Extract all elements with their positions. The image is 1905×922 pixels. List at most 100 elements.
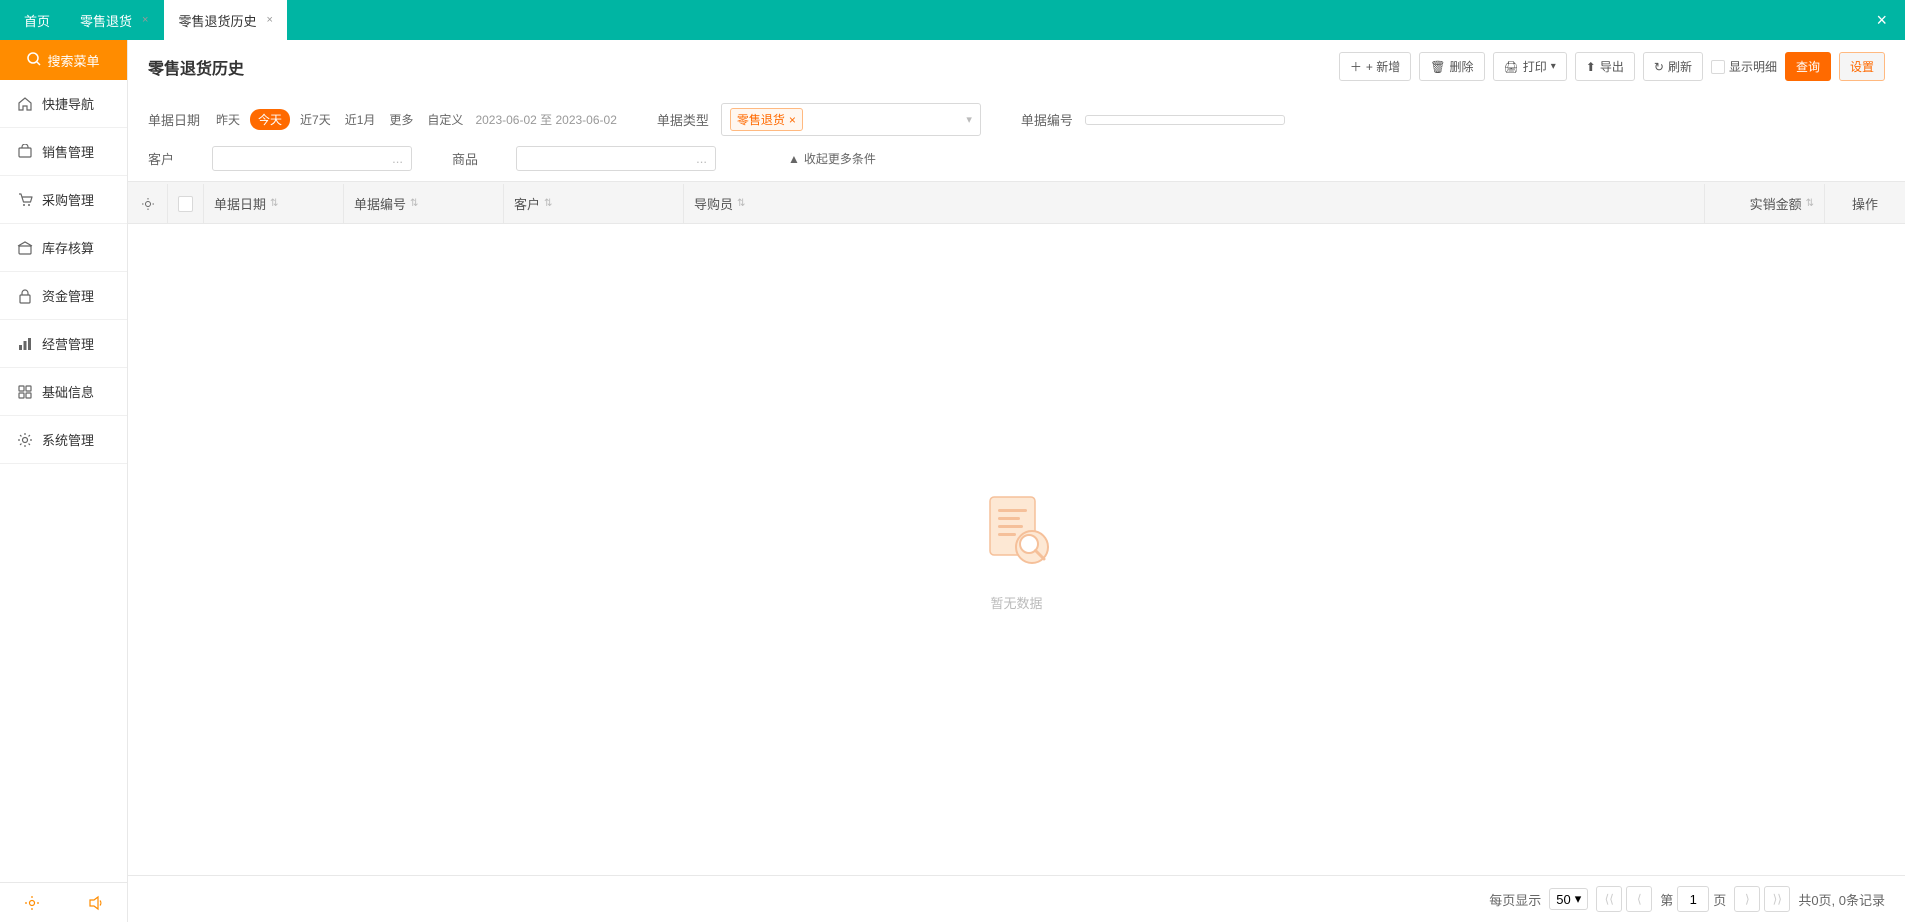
customer-filter-label: 客户 bbox=[148, 149, 204, 168]
sidebar-item-finance[interactable]: 资金管理 bbox=[0, 272, 127, 320]
th-no-sort-icon: ⇅ bbox=[410, 198, 418, 209]
customer-input[interactable]: ... bbox=[212, 146, 412, 171]
sidebar: 搜索菜单 快捷导航 销售管理 采购管理 bbox=[0, 40, 128, 922]
new-icon: ＋ bbox=[1350, 58, 1362, 75]
prev-page-btn[interactable]: ⟨ bbox=[1626, 886, 1652, 912]
tab-retail-return-history-close[interactable]: × bbox=[266, 14, 272, 26]
tab-retail-return-history[interactable]: 零售退货历史 × bbox=[164, 0, 286, 40]
type-select[interactable]: 零售退货 × ▾ bbox=[721, 103, 981, 136]
grid-icon bbox=[16, 383, 34, 401]
sidebar-item-system[interactable]: 系统管理 bbox=[0, 416, 127, 464]
first-page-btn[interactable]: ⟨⟨ bbox=[1596, 886, 1622, 912]
new-label: + 新增 bbox=[1366, 58, 1400, 75]
th-customer[interactable]: 客户 ⇅ bbox=[504, 184, 684, 223]
sidebar-item-system-label: 系统管理 bbox=[42, 430, 94, 449]
new-btn[interactable]: ＋ + 新增 bbox=[1339, 52, 1411, 81]
sidebar-item-base-info[interactable]: 基础信息 bbox=[0, 368, 127, 416]
th-date[interactable]: 单据日期 ⇅ bbox=[204, 184, 344, 223]
th-no[interactable]: 单据编号 ⇅ bbox=[344, 184, 504, 223]
th-settings[interactable] bbox=[128, 184, 168, 223]
refresh-btn[interactable]: ↻ 刷新 bbox=[1643, 52, 1703, 81]
sidebar-audio-btn[interactable] bbox=[64, 883, 128, 922]
number-input[interactable] bbox=[1085, 115, 1285, 125]
th-amount[interactable]: 实销金额 ⇅ bbox=[1705, 184, 1825, 223]
tab-retail-return-history-label: 零售退货历史 bbox=[178, 11, 256, 30]
header-checkbox[interactable] bbox=[178, 196, 193, 212]
th-amount-label: 实销金额 bbox=[1750, 194, 1802, 213]
sidebar-item-purchase-mgmt[interactable]: 采购管理 bbox=[0, 176, 127, 224]
sidebar-bottom bbox=[0, 882, 127, 922]
th-check[interactable] bbox=[168, 184, 204, 223]
date-custom[interactable]: 自定义 bbox=[423, 109, 467, 130]
collapse-btn[interactable]: ▲ 收起更多条件 bbox=[776, 146, 888, 171]
sidebar-item-base-info-label: 基础信息 bbox=[42, 382, 94, 401]
delete-icon: 🗑 bbox=[1430, 60, 1445, 74]
close-window-btn[interactable]: × bbox=[1868, 10, 1895, 31]
th-no-label: 单据编号 bbox=[354, 194, 406, 213]
export-icon: ⬆ bbox=[1586, 60, 1596, 74]
empty-text: 暂无数据 bbox=[990, 593, 1042, 612]
settings-btn[interactable]: 设置 bbox=[1839, 52, 1885, 81]
per-page-select[interactable]: 50 ▾ bbox=[1549, 888, 1588, 910]
type-filter-label: 单据类型 bbox=[657, 110, 713, 129]
print-chevron-icon: ▾ bbox=[1551, 61, 1556, 72]
th-guide-sort-icon: ⇅ bbox=[737, 198, 745, 209]
per-page-chevron-icon: ▾ bbox=[1575, 891, 1582, 907]
date-1month[interactable]: 近1月 bbox=[341, 109, 380, 130]
export-btn[interactable]: ⬆ 导出 bbox=[1575, 52, 1635, 81]
th-action: 操作 bbox=[1825, 184, 1905, 223]
query-btn[interactable]: 查询 bbox=[1785, 52, 1831, 81]
settings-label: 设置 bbox=[1850, 58, 1874, 75]
content-area: 零售退货历史 ＋ + 新增 🗑 删除 🖨 打印 ▾ bbox=[128, 40, 1905, 922]
export-label: 导出 bbox=[1600, 58, 1624, 75]
sidebar-item-purchase-mgmt-label: 采购管理 bbox=[42, 190, 94, 209]
sidebar-search-label: 搜索菜单 bbox=[47, 51, 99, 70]
date-yesterday[interactable]: 昨天 bbox=[212, 109, 244, 130]
sidebar-item-sales-mgmt-label: 销售管理 bbox=[42, 142, 94, 161]
sidebar-item-inventory[interactable]: 库存核算 bbox=[0, 224, 127, 272]
tab-bar: 首页 零售退货 × 零售退货历史 × bbox=[10, 0, 1868, 40]
sidebar-search[interactable]: 搜索菜单 bbox=[0, 40, 127, 80]
pagination-page-input: 第 页 bbox=[1660, 886, 1726, 912]
print-icon: 🖨 bbox=[1504, 60, 1519, 74]
page-label: 第 bbox=[1660, 890, 1673, 909]
filters-area: 单据日期 昨天 今天 近7天 近1月 更多 自定义 2023-06-02 至 2… bbox=[148, 93, 1885, 171]
tab-retail-return-close[interactable]: × bbox=[142, 14, 148, 26]
delete-btn[interactable]: 🗑 删除 bbox=[1419, 52, 1484, 81]
lock-icon bbox=[16, 287, 34, 305]
th-date-sort-icon: ⇅ bbox=[270, 198, 278, 209]
pagination: 每页显示 50 ▾ ⟨⟨ ⟨ 第 页 ⟩ ⟩⟩ 共0页, bbox=[128, 875, 1905, 922]
per-page-value: 50 bbox=[1556, 892, 1570, 907]
show-detail-label: 显示明细 bbox=[1729, 58, 1777, 75]
page-number-input[interactable] bbox=[1677, 886, 1709, 912]
next-page-btn[interactable]: ⟩ bbox=[1734, 886, 1760, 912]
th-action-label: 操作 bbox=[1852, 194, 1878, 213]
date-shortcuts: 昨天 今天 近7天 近1月 更多 自定义 bbox=[212, 109, 467, 130]
sidebar-item-operations[interactable]: 经营管理 bbox=[0, 320, 127, 368]
date-7days[interactable]: 近7天 bbox=[296, 109, 335, 130]
sidebar-gear-btn[interactable] bbox=[0, 883, 64, 922]
collapse-label: 收起更多条件 bbox=[804, 150, 876, 167]
sidebar-item-finance-label: 资金管理 bbox=[42, 286, 94, 305]
show-detail-checkbox[interactable] bbox=[1711, 60, 1725, 74]
page-title-row: 零售退货历史 ＋ + 新增 🗑 删除 🖨 打印 ▾ bbox=[148, 52, 1885, 81]
tab-home[interactable]: 首页 bbox=[10, 0, 64, 40]
sidebar-item-quick-nav[interactable]: 快捷导航 bbox=[0, 80, 127, 128]
goods-filter-label: 商品 bbox=[452, 149, 508, 168]
top-nav: 首页 零售退货 × 零售退货历史 × × bbox=[0, 0, 1905, 40]
last-page-btn[interactable]: ⟩⟩ bbox=[1764, 886, 1790, 912]
date-today[interactable]: 今天 bbox=[250, 109, 290, 130]
number-filter-label: 单据编号 bbox=[1021, 110, 1077, 129]
th-guide[interactable]: 导购员 ⇅ bbox=[684, 184, 1705, 223]
delete-label: 删除 bbox=[1450, 58, 1474, 75]
goods-input[interactable]: ... bbox=[516, 146, 716, 171]
customer-dots: ... bbox=[392, 151, 403, 166]
query-label: 查询 bbox=[1796, 58, 1820, 75]
tab-retail-return[interactable]: 零售退货 × bbox=[66, 0, 162, 40]
sidebar-item-sales-mgmt[interactable]: 销售管理 bbox=[0, 128, 127, 176]
type-tag-remove[interactable]: × bbox=[789, 113, 796, 127]
collapse-up-icon: ▲ bbox=[788, 152, 800, 166]
date-more[interactable]: 更多 bbox=[385, 109, 417, 130]
print-btn[interactable]: 🖨 打印 ▾ bbox=[1493, 52, 1567, 81]
filter-group-goods: 商品 ... bbox=[452, 146, 716, 171]
